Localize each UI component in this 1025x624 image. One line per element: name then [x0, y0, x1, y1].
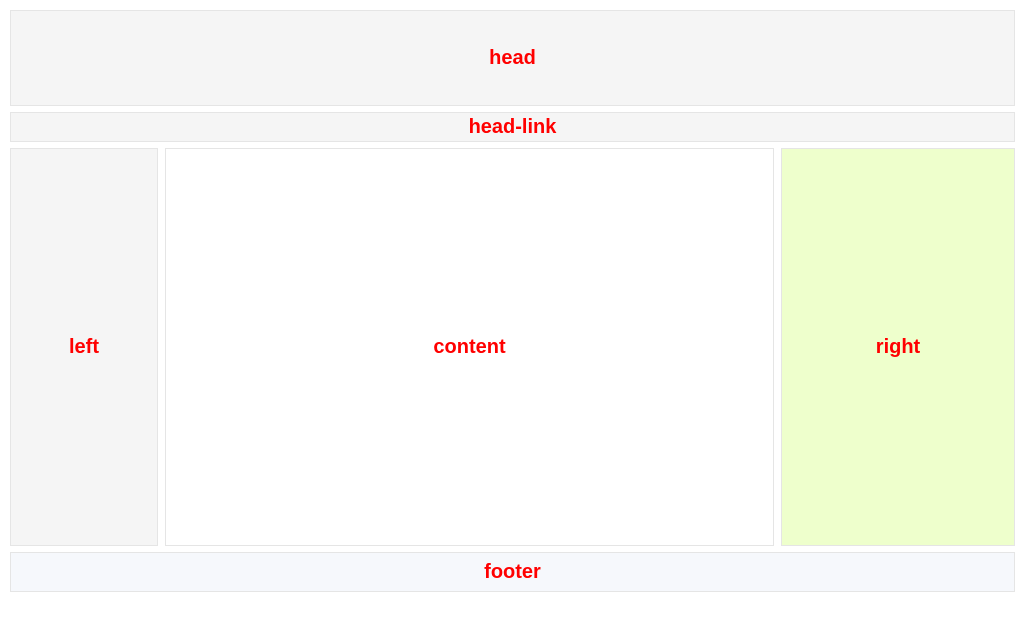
footer-region: footer [10, 552, 1015, 592]
layout-container: head head-link left content right footer [10, 10, 1015, 592]
head-link-region: head-link [10, 112, 1015, 142]
left-region: left [10, 148, 158, 546]
middle-row: left content right [10, 148, 1015, 546]
content-label: content [433, 336, 505, 359]
right-label: right [876, 336, 920, 359]
head-region: head [10, 10, 1015, 106]
head-link-label: head-link [469, 116, 557, 139]
content-region: content [165, 148, 774, 546]
footer-label: footer [484, 561, 541, 584]
left-label: left [69, 336, 99, 359]
head-label: head [489, 47, 536, 70]
right-region: right [781, 148, 1015, 546]
